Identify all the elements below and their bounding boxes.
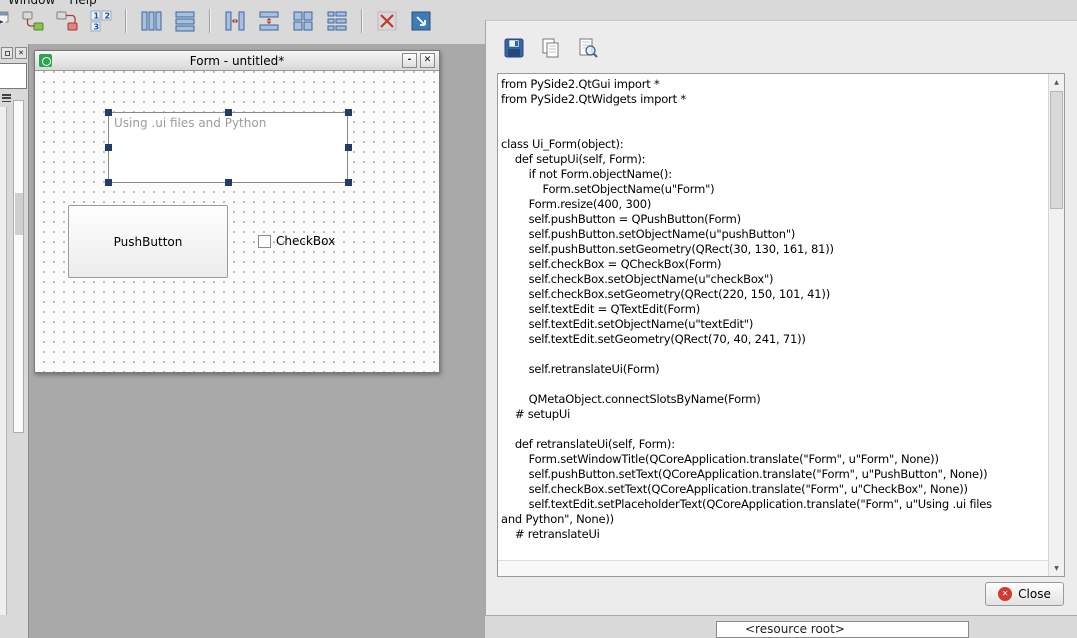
menu-window[interactable]: Window — [8, 0, 55, 7]
edit-tab-order-icon: 123 — [89, 9, 113, 33]
close-icon: ✕ — [998, 587, 1012, 601]
layout-horizontal-button[interactable] — [138, 8, 164, 34]
form-window-title: Form - untitled* — [35, 54, 439, 68]
selection-handle[interactable] — [105, 109, 112, 116]
close-button-label: Close — [1018, 587, 1051, 601]
layout-form-icon — [325, 9, 349, 33]
vertical-scrollbar[interactable]: ▲ ▼ — [1048, 74, 1064, 576]
layout-vertical-splitter-button[interactable] — [256, 8, 282, 34]
copy-button[interactable] — [537, 33, 565, 63]
break-layout-icon — [375, 9, 399, 33]
checkbox-widget[interactable]: CheckBox — [258, 234, 335, 248]
find-button[interactable] — [574, 33, 602, 63]
mdi-workspace: Form - untitled* - ✕ Using .ui files and… — [28, 44, 485, 638]
close-button[interactable]: ✕ Close — [985, 582, 1064, 606]
resource-root-label: <resource root> — [717, 622, 968, 636]
edit-buddies-icon — [55, 9, 79, 33]
selection-handle[interactable] — [105, 179, 112, 186]
minimize-button[interactable]: - — [402, 53, 417, 68]
widgetbox-filter-input[interactable] — [0, 63, 27, 89]
close-window-button[interactable]: ✕ — [420, 53, 435, 68]
designer-form-icon — [39, 54, 52, 67]
checkbox-box[interactable] — [258, 235, 271, 248]
scrollbar-thumb[interactable] — [1050, 91, 1063, 209]
code-text[interactable]: from PySide2.QtGui import * from PySide2… — [498, 74, 1048, 560]
layout-grid-icon — [291, 9, 315, 33]
break-layout-button[interactable] — [374, 8, 400, 34]
menu-help[interactable]: Help — [69, 0, 96, 7]
layout-vertical-icon — [173, 9, 197, 33]
svg-text:3: 3 — [94, 23, 100, 32]
toolbar-separator — [209, 9, 211, 33]
edit-signals-slots-icon — [21, 9, 45, 33]
code-preview-dialog: from PySide2.QtGui import * from PySide2… — [485, 20, 1077, 616]
edit-signals-slots-button[interactable] — [20, 8, 46, 34]
float-icon — [5, 51, 10, 56]
layout-horizontal-splitter-button[interactable] — [222, 8, 248, 34]
toolbar-separator — [361, 9, 363, 33]
find-icon — [577, 37, 599, 59]
layout-grid-button[interactable] — [290, 8, 316, 34]
layout-horizontal-icon — [139, 9, 163, 33]
scroll-down-button[interactable]: ▼ — [1049, 560, 1064, 576]
form-window-titlebar[interactable]: Form - untitled* - ✕ — [35, 51, 439, 71]
toolbar-separator — [125, 9, 127, 33]
dock-float-button[interactable] — [1, 47, 13, 59]
selection-handle[interactable] — [225, 179, 232, 186]
resource-browser-item[interactable]: <resource root> — [716, 621, 969, 638]
code-view: from PySide2.QtGui import * from PySide2… — [497, 73, 1065, 577]
form-editor-window: Form - untitled* - ✕ Using .ui files and… — [34, 50, 440, 373]
pushbutton-widget[interactable]: PushButton — [68, 205, 228, 278]
horizontal-scrollbar[interactable] — [498, 560, 1048, 576]
dialog-toolbar — [500, 33, 602, 63]
selection-handle[interactable] — [225, 109, 232, 116]
selection-handle[interactable] — [345, 179, 352, 186]
layout-vertical-splitter-icon — [257, 9, 281, 33]
left-dock-area: ✕ — [0, 44, 28, 638]
edit-widgets-button[interactable] — [0, 8, 12, 34]
adjust-size-icon — [409, 9, 433, 33]
layout-horizontal-splitter-icon — [223, 9, 247, 33]
pushbutton-label: PushButton — [114, 235, 183, 249]
list-mode-icon[interactable] — [2, 94, 11, 102]
dock-close-button[interactable]: ✕ — [15, 47, 27, 59]
svg-text:1: 1 — [94, 12, 100, 21]
selection-handle[interactable] — [345, 144, 352, 151]
qt-designer-window: Window Help 123 — [0, 0, 1077, 638]
dock-scrollbar-thumb[interactable] — [15, 193, 23, 235]
menu-bar: Window Help — [8, 0, 97, 7]
form-canvas[interactable]: Using .ui files and Python PushButton Ch… — [35, 71, 439, 372]
save-icon — [503, 37, 525, 59]
selection-handle[interactable] — [105, 144, 112, 151]
main-toolbar: 123 — [0, 8, 434, 34]
layout-form-button[interactable] — [324, 8, 350, 34]
textedit-widget[interactable]: Using .ui files and Python — [108, 112, 348, 183]
copy-icon — [540, 37, 562, 59]
layout-vertical-button[interactable] — [172, 8, 198, 34]
dock-scrollbar[interactable] — [13, 100, 24, 433]
edit-tab-order-button[interactable]: 123 — [88, 8, 114, 34]
svg-text:2: 2 — [105, 12, 111, 21]
dock-edge-strip — [0, 107, 7, 615]
edit-widgets-icon — [0, 9, 11, 33]
save-button[interactable] — [500, 33, 528, 63]
checkbox-label: CheckBox — [276, 234, 335, 248]
edit-buddies-button[interactable] — [54, 8, 80, 34]
selection-handle[interactable] — [345, 109, 352, 116]
adjust-size-button[interactable] — [408, 8, 434, 34]
scroll-up-button[interactable]: ▲ — [1049, 74, 1064, 90]
dock-titlebar-buttons: ✕ — [1, 47, 27, 59]
